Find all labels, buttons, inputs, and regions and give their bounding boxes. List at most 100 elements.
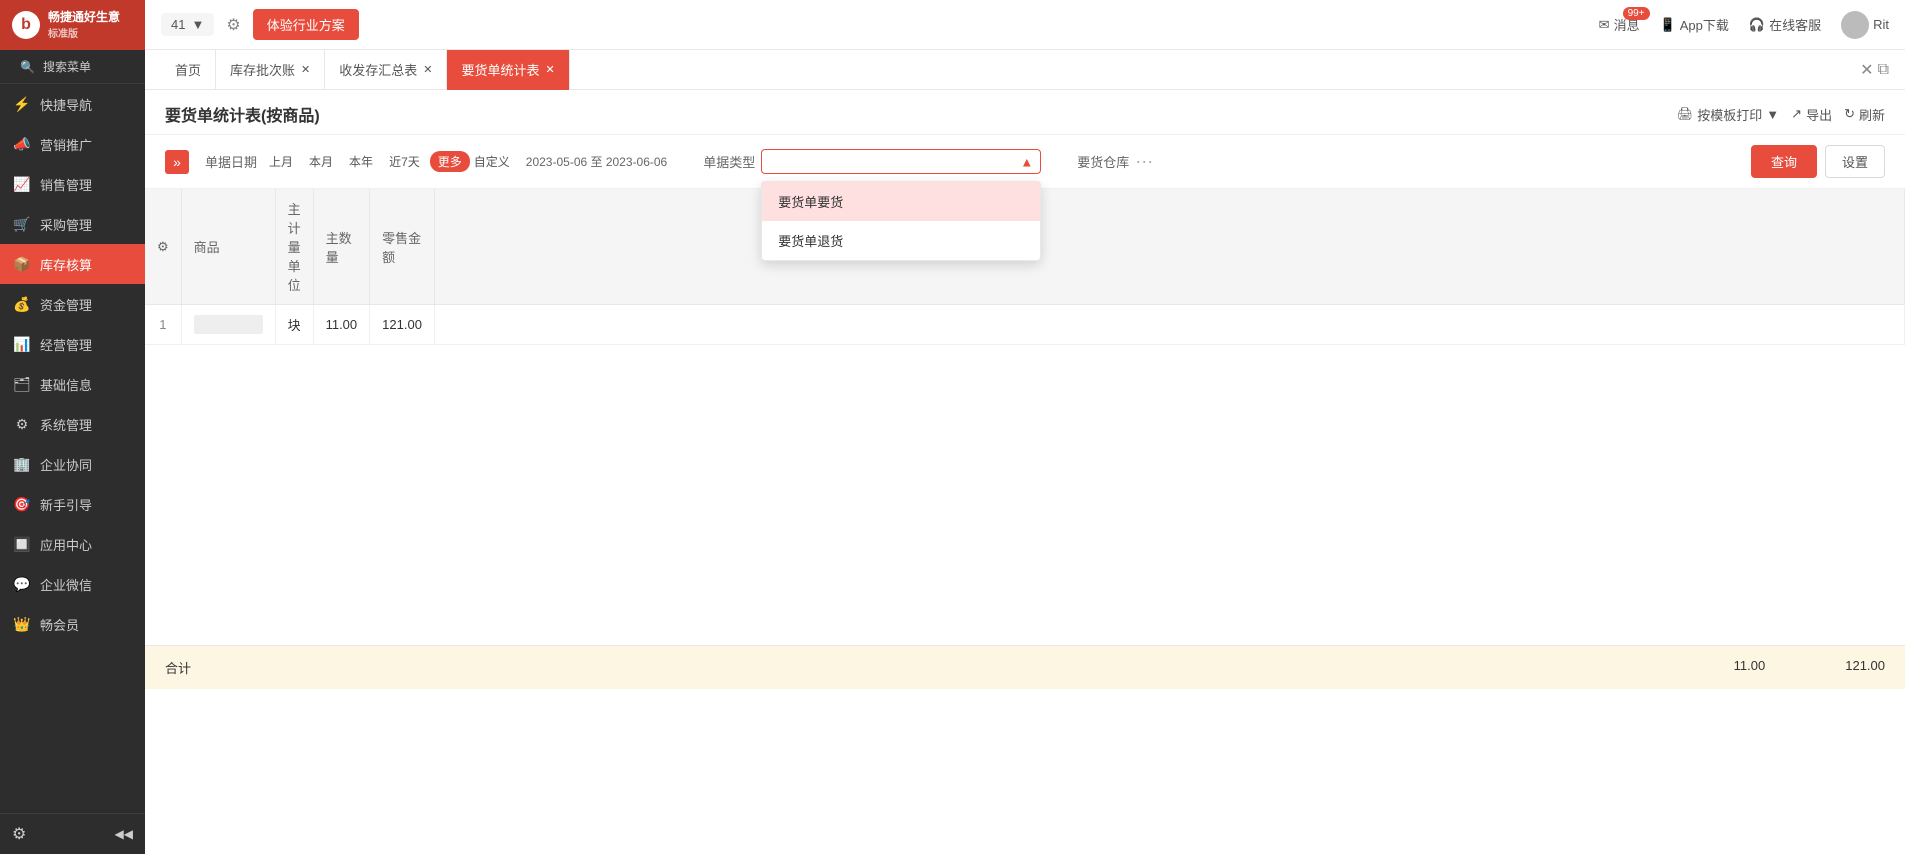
sidebar-item-finance[interactable]: 💰 资金管理	[0, 284, 145, 324]
app-logo: b 畅捷通好生意 标准版	[0, 0, 145, 50]
tab-label: 收发存汇总表	[339, 60, 417, 79]
sidebar-item-label: 库存核算	[40, 255, 133, 274]
product-name	[194, 315, 263, 334]
settings-icon[interactable]: ⚙	[12, 824, 26, 844]
footer-quantity: 11.00	[1734, 658, 1766, 677]
finance-icon: 💰	[12, 294, 32, 314]
sidebar-item-operations[interactable]: 📊 经营管理	[0, 324, 145, 364]
sidebar-item-enterprise[interactable]: 🏢 企业协同	[0, 444, 145, 484]
page-inner: 要货单统计表(按商品) 🖨 按模板打印 ▼ ↗ 导出 ↻ 刷新	[145, 90, 1905, 854]
export-label: 导出	[1806, 105, 1832, 124]
sidebar-item-app-center[interactable]: 🔲 应用中心	[0, 524, 145, 564]
date-btn-this-year[interactable]: 本年	[343, 150, 379, 173]
date-btn-custom[interactable]: 自定义	[474, 153, 510, 170]
tab-close-icon[interactable]: ✕	[301, 63, 310, 76]
tab-inventory-batch[interactable]: 库存批次账 ✕	[216, 50, 325, 90]
table-settings-icon[interactable]: ⚙	[157, 239, 169, 254]
sidebar-item-system[interactable]: ⚙ 系统管理	[0, 404, 145, 444]
cell-product	[181, 305, 275, 345]
app-download-item[interactable]: 📱 App下载	[1660, 15, 1729, 34]
col-quantity-header: 主数量	[313, 189, 370, 305]
tab-close-icon[interactable]: ✕	[423, 63, 432, 76]
settings-btn[interactable]: 设置	[1825, 145, 1885, 178]
messages-item[interactable]: ✉ 消息 99+	[1599, 15, 1640, 34]
sidebar-item-label: 经营管理	[40, 335, 133, 354]
export-action[interactable]: ↗ 导出	[1791, 105, 1832, 124]
sidebar-item-corp-wechat[interactable]: 💬 企业微信	[0, 564, 145, 604]
store-name: 41	[171, 17, 185, 32]
doctype-select-wrapper: ▲ 要货单要货 要货单退货	[761, 149, 1041, 174]
col-unit-header: 主计量单位	[275, 189, 313, 305]
user-avatar-item[interactable]: Rit	[1841, 11, 1889, 39]
basic-info-icon: 🗂	[12, 374, 32, 394]
tab-home[interactable]: 首页	[161, 50, 216, 90]
tab-receivable-summary[interactable]: 收发存汇总表 ✕	[325, 50, 447, 90]
topbar-gear-icon[interactable]: ⚙	[226, 15, 240, 35]
sidebar-item-basic-info[interactable]: 🗂 基础信息	[0, 364, 145, 404]
sidebar-item-label: 资金管理	[40, 295, 133, 314]
phone-icon: 📱	[1660, 17, 1676, 33]
topbar-right: ✉ 消息 99+ 📱 App下载 🎧 在线客服 Rit	[1599, 11, 1889, 39]
doctype-input[interactable]	[761, 149, 1041, 174]
sidebar-item-label: 企业微信	[40, 575, 133, 594]
online-service-item[interactable]: 🎧 在线客服	[1749, 15, 1821, 34]
collapse-btn[interactable]: ◀◀	[115, 827, 133, 841]
warehouse-filter-group: 要货仓库 ···	[1077, 151, 1153, 172]
filter-actions: 查询 设置	[1751, 145, 1885, 178]
vip-icon: 👑	[12, 614, 32, 634]
date-filter-group: 单据日期 上月 本月 本年 近7天 更多 自定义	[205, 150, 510, 173]
print-action[interactable]: 🖨 按模板打印 ▼	[1677, 105, 1779, 124]
col-extra-header	[434, 189, 1904, 305]
footer-amount: 121.00	[1845, 658, 1885, 677]
tab-label: 库存批次账	[230, 60, 295, 79]
sidebar-search-label: 搜索菜单	[43, 58, 91, 75]
doctype-dropdown: 要货单要货 要货单退货	[761, 181, 1041, 261]
refresh-icon: ↻	[1844, 106, 1855, 122]
refresh-action[interactable]: ↻ 刷新	[1844, 105, 1885, 124]
store-dropdown-arrow: ▼	[191, 17, 204, 32]
doctype-filter-label: 单据类型	[703, 152, 755, 171]
industry-btn[interactable]: 体验行业方案	[253, 9, 359, 40]
online-service-label: 在线客服	[1769, 15, 1821, 34]
footer-spacer	[211, 658, 1714, 677]
sidebar-item-purchase[interactable]: 🛒 采购管理	[0, 204, 145, 244]
filter-expand-btn[interactable]: »	[165, 150, 189, 174]
topbar-left: 41 ▼ ⚙ 体验行业方案	[161, 9, 359, 40]
sidebar-search[interactable]: 🔍 搜索菜单	[0, 50, 145, 84]
doctype-option-return[interactable]: 要货单退货	[762, 221, 1040, 260]
filter-bar: » 单据日期 上月 本月 本年 近7天 更多 自定义 2023-05-06 至 …	[145, 135, 1905, 189]
sidebar-item-marketing[interactable]: 📣 营销推广	[0, 124, 145, 164]
query-btn[interactable]: 查询	[1751, 145, 1817, 178]
marketing-icon: 📣	[12, 134, 32, 154]
guide-icon: 🎯	[12, 494, 32, 514]
tab-close-icon[interactable]: ✕	[546, 63, 555, 76]
page-actions: 🖨 按模板打印 ▼ ↗ 导出 ↻ 刷新	[1677, 105, 1885, 124]
store-selector[interactable]: 41 ▼	[161, 13, 214, 36]
sidebar-item-vip[interactable]: 👑 畅会员	[0, 604, 145, 644]
tab-order-summary[interactable]: 要货单统计表 ✕	[447, 50, 569, 90]
sidebar-item-guide[interactable]: 🎯 新手引导	[0, 484, 145, 524]
search-icon: 🔍	[20, 60, 35, 74]
system-icon: ⚙	[12, 414, 32, 434]
doctype-option-order[interactable]: 要货单要货	[762, 182, 1040, 221]
date-btn-this-month[interactable]: 本月	[303, 150, 339, 173]
cell-quantity: 11.00	[313, 305, 370, 345]
enterprise-icon: 🏢	[12, 454, 32, 474]
col-settings-header[interactable]: ⚙	[145, 189, 181, 305]
warehouse-dots-icon[interactable]: ···	[1135, 151, 1153, 172]
sidebar-item-inventory[interactable]: 📦 库存核算	[0, 244, 145, 284]
sidebar-item-label: 系统管理	[40, 415, 133, 434]
page-content: 要货单统计表(按商品) 🖨 按模板打印 ▼ ↗ 导出 ↻ 刷新	[145, 90, 1905, 854]
tab-close-all-btn[interactable]: ✕	[1860, 60, 1873, 80]
date-btn-last-month[interactable]: 上月	[263, 150, 299, 173]
date-btn-last-7-days[interactable]: 近7天	[383, 150, 426, 173]
tab-maximize-btn[interactable]: ⧉	[1878, 60, 1889, 80]
date-filter-label: 单据日期	[205, 152, 257, 171]
date-btn-more[interactable]: 更多	[430, 151, 470, 172]
sidebar-item-sales[interactable]: 📈 销售管理	[0, 164, 145, 204]
sidebar-item-label: 营销推广	[40, 135, 133, 154]
app-download-label: App下载	[1680, 15, 1729, 34]
inventory-icon: 📦	[12, 254, 32, 274]
sidebar-item-quick-nav[interactable]: ⚡ 快捷导航	[0, 84, 145, 124]
sidebar-item-label: 应用中心	[40, 535, 133, 554]
